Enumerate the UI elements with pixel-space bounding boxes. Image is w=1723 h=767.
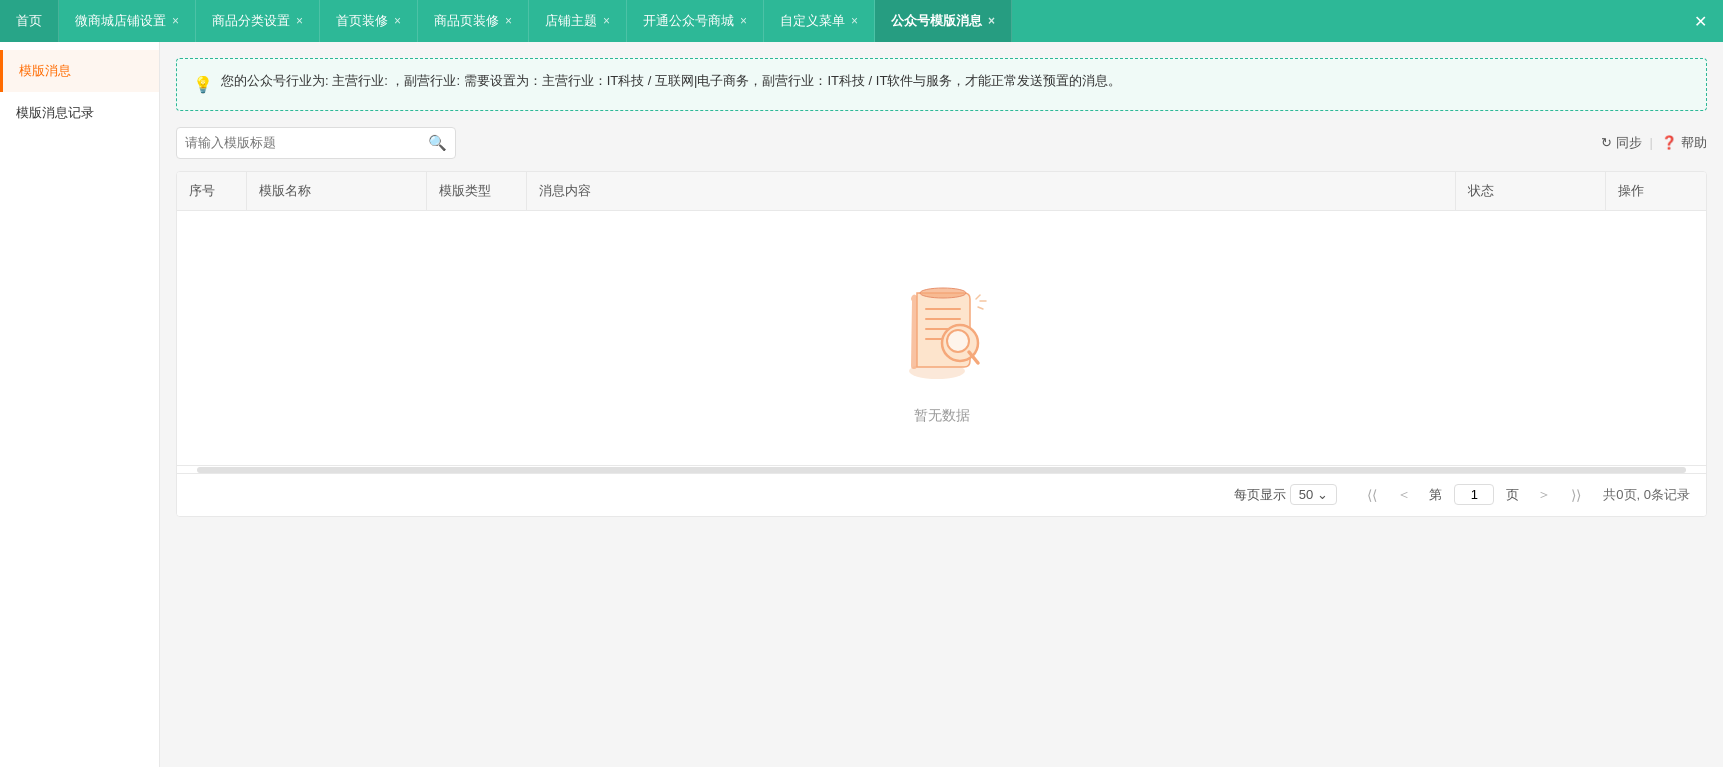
search-bar: 🔍 ↻ 同步 | ❓ 帮助: [176, 127, 1707, 159]
close-tab-shop-settings[interactable]: ×: [172, 14, 179, 28]
close-tab-custom-menu[interactable]: ×: [851, 14, 858, 28]
current-page-input[interactable]: [1454, 484, 1494, 505]
close-tab-category-settings[interactable]: ×: [296, 14, 303, 28]
help-label: 帮助: [1681, 134, 1707, 152]
help-button[interactable]: ❓ 帮助: [1661, 134, 1707, 152]
sync-icon: ↻: [1601, 135, 1612, 150]
close-all-button[interactable]: ✕: [1678, 0, 1723, 42]
close-tab-template-message[interactable]: ×: [988, 14, 995, 28]
notice-icon: 💡: [193, 72, 213, 98]
tab-shop-settings[interactable]: 微商城店铺设置 ×: [59, 0, 196, 42]
notice-text: 您的公众号行业为: 主营行业: ，副营行业: 需要设置为：主营行业：IT科技 /…: [221, 71, 1121, 92]
close-tab-open-mall[interactable]: ×: [740, 14, 747, 28]
tab-open-mall-label: 开通公众号商城: [643, 12, 734, 30]
tab-shop-theme[interactable]: 店铺主题 ×: [529, 0, 627, 42]
notice-prefix: 您的公众号行业为: 主营行业: ，副营行业:: [221, 73, 464, 88]
next-page-button[interactable]: ＞: [1531, 484, 1557, 506]
page-size-label: 每页显示: [1234, 486, 1286, 504]
svg-line-12: [978, 307, 983, 309]
empty-state: 暂无数据: [177, 211, 1706, 465]
table-container: 序号 模版名称 模版类型 消息内容 状态 操作: [176, 171, 1707, 517]
sync-label: 同步: [1616, 134, 1642, 152]
empty-illustration: [882, 271, 1002, 391]
table-header: 序号 模版名称 模版类型 消息内容 状态 操作: [177, 172, 1706, 211]
close-tab-product-decor[interactable]: ×: [505, 14, 512, 28]
close-tab-shop-theme[interactable]: ×: [603, 14, 610, 28]
tab-category-settings[interactable]: 商品分类设置 ×: [196, 0, 320, 42]
help-icon: ❓: [1661, 135, 1677, 150]
tab-shop-settings-label: 微商城店铺设置: [75, 12, 166, 30]
col-header-seq: 序号: [177, 172, 247, 210]
close-all-icon: ✕: [1694, 12, 1707, 31]
page-unit-label: 页: [1506, 486, 1519, 504]
sidebar-item-template-message-record[interactable]: 模版消息记录: [0, 92, 159, 134]
main-layout: 模版消息 模版消息记录 💡 您的公众号行业为: 主营行业: ，副营行业: 需要设…: [0, 42, 1723, 767]
toolbar-right: ↻ 同步 | ❓ 帮助: [1601, 134, 1707, 152]
page-size-chevron-icon: ⌄: [1317, 487, 1328, 502]
search-input[interactable]: [185, 135, 428, 150]
top-navigation: 首页 微商城店铺设置 × 商品分类设置 × 首页装修 × 商品页装修 × 店铺主…: [0, 0, 1723, 42]
total-info: 共0页, 0条记录: [1603, 486, 1690, 504]
scrollbar-track[interactable]: [197, 467, 1686, 473]
svg-line-10: [976, 295, 980, 299]
prev-page-button[interactable]: ＜: [1391, 484, 1417, 506]
tab-custom-menu-label: 自定义菜单: [780, 12, 845, 30]
search-button[interactable]: 🔍: [428, 134, 447, 152]
page-di-label: 第: [1429, 486, 1442, 504]
notice-highlight: 需要设置为：主营行业：IT科技 / 互联网|电子商务，副营行业：IT科技 / I…: [464, 73, 966, 88]
tab-template-message-label: 公众号模版消息: [891, 12, 982, 30]
tab-home-decor-label: 首页装修: [336, 12, 388, 30]
sidebar-item-template-message-record-label: 模版消息记录: [16, 105, 94, 120]
tab-home-decor[interactable]: 首页装修 ×: [320, 0, 418, 42]
col-header-content: 消息内容: [527, 172, 1456, 210]
col-header-action: 操作: [1606, 172, 1706, 210]
close-tab-home-decor[interactable]: ×: [394, 14, 401, 28]
content-area: 💡 您的公众号行业为: 主营行业: ，副营行业: 需要设置为：主营行业：IT科技…: [160, 42, 1723, 767]
pagination: 每页显示 50 ⌄ ⟨⟨ ＜ 第 页 ＞ ⟩⟩ 共0页, 0条记录: [177, 473, 1706, 516]
tab-product-decor[interactable]: 商品页装修 ×: [418, 0, 529, 42]
tab-category-settings-label: 商品分类设置: [212, 12, 290, 30]
notice-banner: 💡 您的公众号行业为: 主营行业: ，副营行业: 需要设置为：主营行业：IT科技…: [176, 58, 1707, 111]
empty-text: 暂无数据: [914, 407, 970, 425]
sidebar: 模版消息 模版消息记录: [0, 42, 160, 767]
page-size-select: 每页显示 50 ⌄: [1234, 484, 1337, 505]
divider: |: [1650, 135, 1653, 150]
scrollbar-area[interactable]: [177, 465, 1706, 473]
tab-shop-theme-label: 店铺主题: [545, 12, 597, 30]
sidebar-item-template-message[interactable]: 模版消息: [0, 50, 159, 92]
tab-open-mall[interactable]: 开通公众号商城 ×: [627, 0, 764, 42]
col-header-type: 模版类型: [427, 172, 527, 210]
page-size-value: 50: [1299, 487, 1313, 502]
tab-product-decor-label: 商品页装修: [434, 12, 499, 30]
col-header-name: 模版名称: [247, 172, 427, 210]
search-input-wrapper[interactable]: 🔍: [176, 127, 456, 159]
tab-home-label: 首页: [16, 12, 42, 30]
page-size-dropdown[interactable]: 50 ⌄: [1290, 484, 1337, 505]
svg-point-8: [947, 330, 969, 352]
tab-custom-menu[interactable]: 自定义菜单 ×: [764, 0, 875, 42]
sidebar-item-template-message-label: 模版消息: [19, 63, 71, 78]
tab-template-message[interactable]: 公众号模版消息 ×: [875, 0, 1012, 42]
col-header-status: 状态: [1456, 172, 1606, 210]
last-page-button[interactable]: ⟩⟩: [1565, 485, 1587, 505]
first-page-button[interactable]: ⟨⟨: [1361, 485, 1383, 505]
notice-suffix: 才能正常发送预置的消息。: [965, 73, 1121, 88]
sync-button[interactable]: ↻ 同步: [1601, 134, 1642, 152]
tab-home[interactable]: 首页: [0, 0, 59, 42]
